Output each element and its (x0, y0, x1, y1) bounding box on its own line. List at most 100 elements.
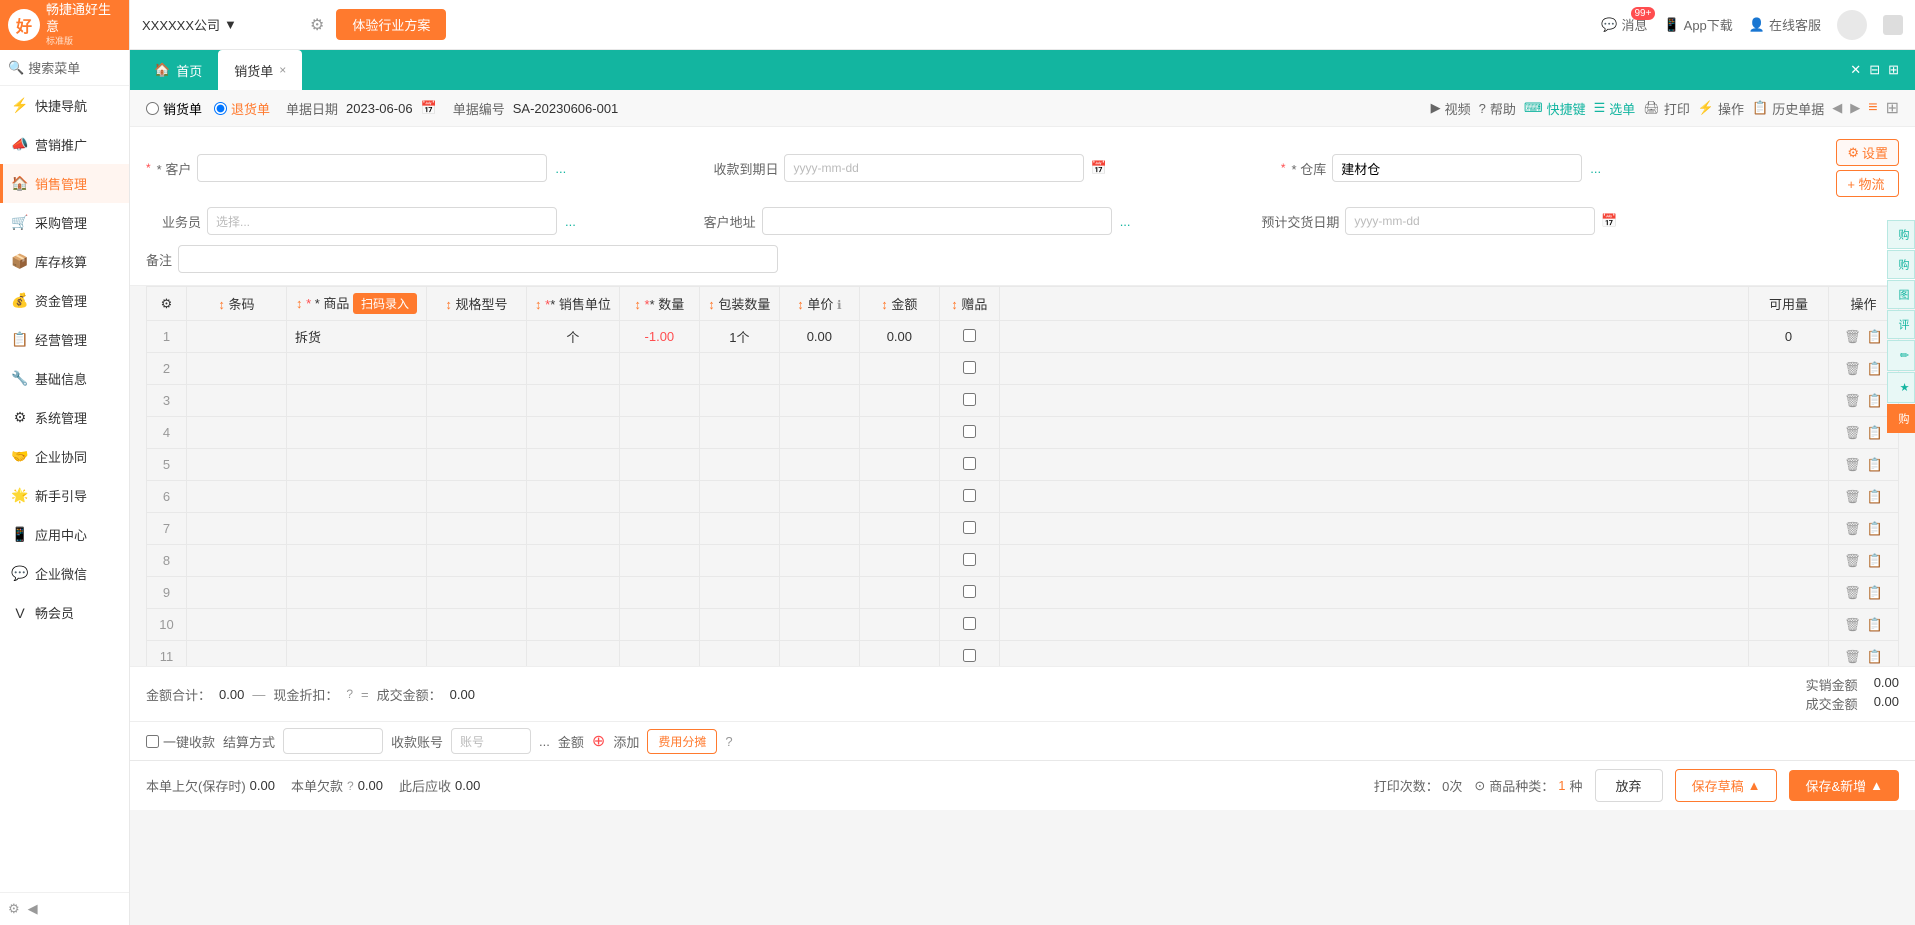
radio-return-input[interactable] (214, 102, 227, 115)
copy-icon-2[interactable]: 📋 (1867, 393, 1883, 409)
app-download-btn[interactable]: 📱 App下载 (1663, 15, 1732, 34)
cell-unit-0[interactable]: 个 (527, 321, 620, 353)
cell-price-6[interactable] (779, 513, 859, 545)
delete-icon-7[interactable]: 🗑 (1844, 553, 1861, 569)
float-btn-5[interactable]: ✏ (1887, 340, 1915, 371)
cell-gift-10[interactable] (939, 641, 999, 667)
sidebar-item-system[interactable]: ⚙ 系统管理 (0, 398, 129, 437)
cell-pkgqty-4[interactable] (699, 449, 779, 481)
cell-product-4[interactable] (287, 449, 427, 481)
sidebar-item-app-center[interactable]: 📱 应用中心 (0, 515, 129, 554)
float-btn-2[interactable]: 购 (1887, 250, 1915, 279)
th-config[interactable]: ⚙ (147, 287, 187, 321)
cell-price-2[interactable] (779, 385, 859, 417)
gift-checkbox-6[interactable] (963, 521, 976, 534)
discard-btn[interactable]: 放弃 (1595, 769, 1663, 802)
sidebar-collapse-btn[interactable]: ◀ (28, 901, 38, 917)
online-service-btn[interactable]: 👤 在线客服 (1749, 15, 1821, 34)
cell-price-5[interactable] (779, 481, 859, 513)
debt-info-icon[interactable]: ? (347, 779, 354, 793)
cell-barcode-7[interactable] (187, 545, 287, 577)
copy-icon-1[interactable]: 📋 (1867, 361, 1883, 377)
cell-amount-1[interactable] (859, 353, 939, 385)
one-click-payment-input[interactable] (146, 735, 159, 748)
radio-sales-input[interactable] (146, 102, 159, 115)
tab-grid-icon[interactable]: ⊞ (1888, 62, 1907, 78)
settings-btn[interactable]: ⚙ 设置 (1836, 139, 1899, 166)
product-sort-icon[interactable]: ↕ (296, 296, 303, 311)
company-selector[interactable]: XXXXXX公司 ▼ (142, 15, 302, 34)
cell-product-6[interactable] (287, 513, 427, 545)
cell-pkgqty-2[interactable] (699, 385, 779, 417)
cell-barcode-2[interactable] (187, 385, 287, 417)
cell-gift-7[interactable] (939, 545, 999, 577)
cell-barcode-5[interactable] (187, 481, 287, 513)
shortcut-btn[interactable]: ⌨ 快捷键 (1524, 99, 1586, 118)
payment-due-calendar-icon[interactable]: 📅 (1090, 160, 1106, 176)
cell-product-0[interactable]: 拆货 (287, 321, 427, 353)
cell-spec-4[interactable] (427, 449, 527, 481)
cell-barcode-10[interactable] (187, 641, 287, 667)
sidebar-item-ops[interactable]: 📋 经营管理 (0, 320, 129, 359)
sidebar-item-wechat[interactable]: 💬 企业微信 (0, 554, 129, 593)
gift-checkbox-3[interactable] (963, 425, 976, 438)
salesperson-input[interactable]: 选择... (207, 207, 557, 235)
cell-gift-4[interactable] (939, 449, 999, 481)
copy-icon-4[interactable]: 📋 (1867, 457, 1883, 473)
copy-icon-0[interactable]: 📋 (1867, 329, 1883, 345)
add-icon[interactable]: ⊕ (592, 731, 605, 751)
cell-unit-10[interactable] (527, 641, 620, 667)
cell-product-7[interactable] (287, 545, 427, 577)
cell-gift-8[interactable] (939, 577, 999, 609)
cell-barcode-3[interactable] (187, 417, 287, 449)
cell-gift-9[interactable] (939, 609, 999, 641)
sidebar-settings-btn[interactable]: ⚙ (8, 901, 20, 917)
delete-icon-0[interactable]: 🗑 (1844, 329, 1861, 345)
cell-price-10[interactable] (779, 641, 859, 667)
help-btn[interactable]: ? 帮助 (1479, 99, 1516, 118)
cell-price-0[interactable]: 0.00 (779, 321, 859, 353)
cell-amount-2[interactable] (859, 385, 939, 417)
customer-address-input[interactable] (762, 207, 1112, 235)
cell-barcode-6[interactable] (187, 513, 287, 545)
cell-product-3[interactable] (287, 417, 427, 449)
cell-gift-2[interactable] (939, 385, 999, 417)
gift-checkbox-1[interactable] (963, 361, 976, 374)
warehouse-dots[interactable]: ... (1590, 161, 1601, 176)
cell-amount-0[interactable]: 0.00 (859, 321, 939, 353)
cell-barcode-4[interactable] (187, 449, 287, 481)
cell-price-7[interactable] (779, 545, 859, 577)
grid-view-icon[interactable]: ⊞ (1886, 98, 1899, 118)
cell-product-2[interactable] (287, 385, 427, 417)
delete-icon-1[interactable]: 🗑 (1844, 361, 1861, 377)
user-avatar[interactable] (1837, 10, 1867, 40)
cell-amount-5[interactable] (859, 481, 939, 513)
sidebar-item-marketing[interactable]: 📣 营销推广 (0, 125, 129, 164)
cell-qty-5[interactable] (619, 481, 699, 513)
copy-icon-3[interactable]: 📋 (1867, 425, 1883, 441)
cell-spec-7[interactable] (427, 545, 527, 577)
delete-icon-3[interactable]: 🗑 (1844, 425, 1861, 441)
cell-product-9[interactable] (287, 609, 427, 641)
radio-sales[interactable]: 销货单 (146, 99, 202, 118)
sidebar-item-sales[interactable]: 🏠 销售管理 (0, 164, 129, 203)
float-btn-orange[interactable]: 购 (1887, 404, 1915, 433)
operation-btn[interactable]: ⚡ 操作 (1698, 99, 1744, 118)
cell-spec-9[interactable] (427, 609, 527, 641)
cell-unit-6[interactable] (527, 513, 620, 545)
price-info-icon[interactable]: ℹ (837, 298, 842, 312)
tab-close-icon[interactable]: × (279, 63, 286, 77)
gift-sort-icon[interactable]: ↕ (951, 297, 958, 312)
list-view-icon[interactable]: ≡ (1868, 99, 1877, 117)
cell-qty-2[interactable] (619, 385, 699, 417)
radio-return[interactable]: 退货单 (214, 99, 270, 118)
cell-price-1[interactable] (779, 353, 859, 385)
remarks-input[interactable] (178, 245, 778, 273)
delete-icon-5[interactable]: 🗑 (1844, 489, 1861, 505)
delete-icon-10[interactable]: 🗑 (1844, 649, 1861, 665)
sidebar-item-purchase[interactable]: 🛒 采购管理 (0, 203, 129, 242)
copy-icon-9[interactable]: 📋 (1867, 617, 1883, 633)
cell-unit-8[interactable] (527, 577, 620, 609)
cell-qty-8[interactable] (619, 577, 699, 609)
cell-pkgqty-10[interactable] (699, 641, 779, 667)
